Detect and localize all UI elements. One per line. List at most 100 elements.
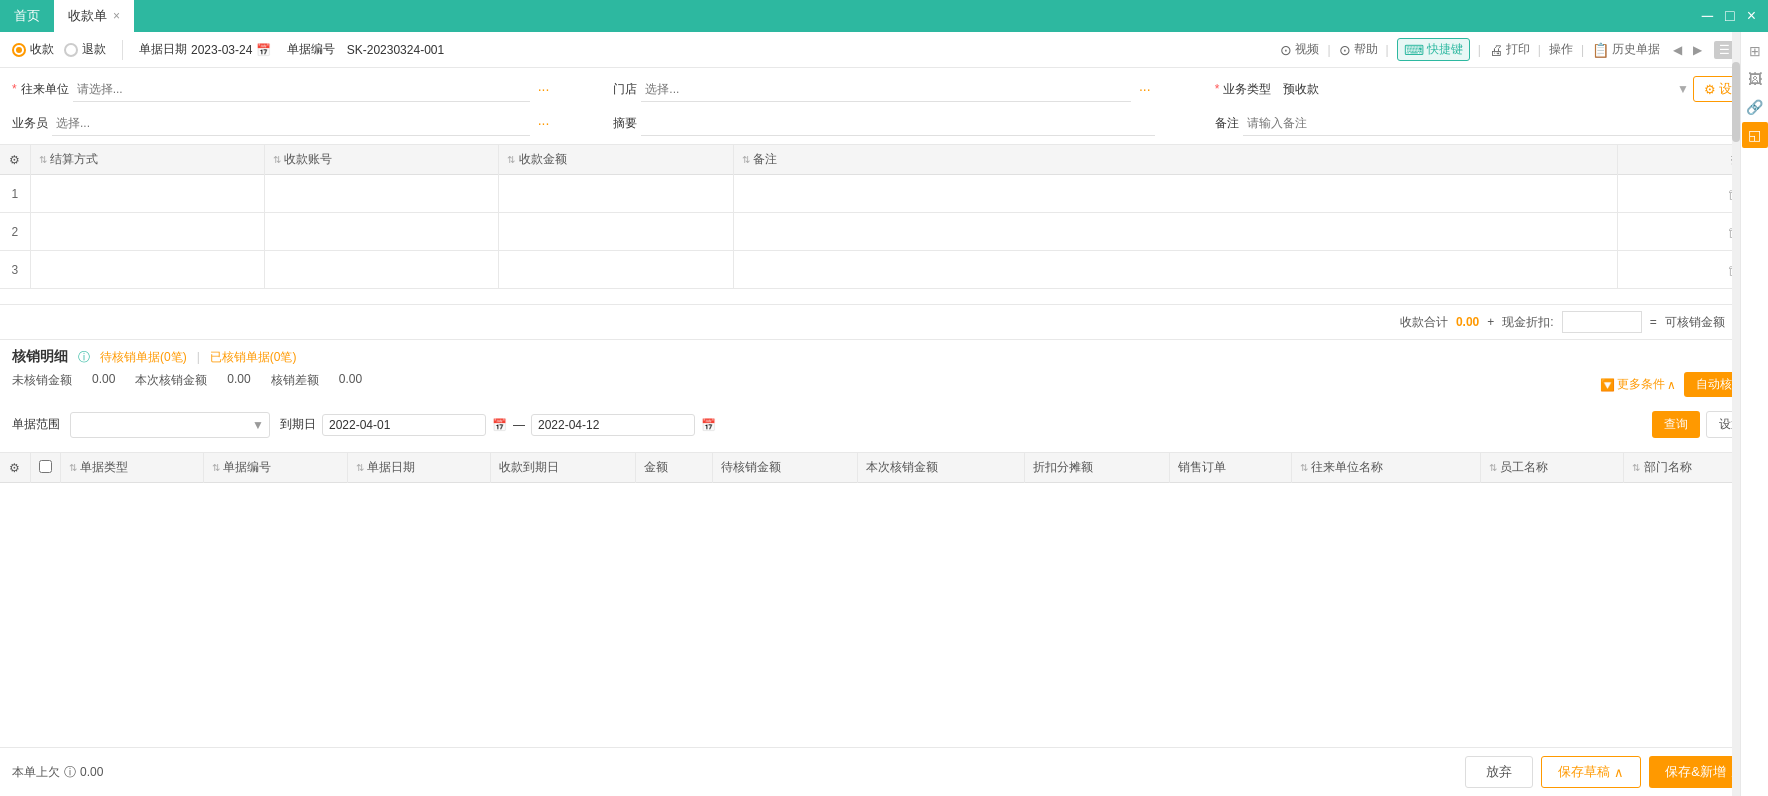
remark-input[interactable] bbox=[1243, 110, 1756, 136]
col-current-label: 本次核销金额 bbox=[866, 460, 938, 474]
nav-left[interactable]: ◀ bbox=[1668, 41, 1686, 59]
tab-bar: 首页 收款单 × ─ □ × bbox=[0, 0, 1768, 32]
row-2-num: 2 bbox=[0, 213, 30, 251]
discount-input[interactable] bbox=[1562, 311, 1642, 333]
tab-home[interactable]: 首页 bbox=[0, 0, 54, 32]
abandon-button[interactable]: 放弃 bbox=[1465, 756, 1533, 788]
date-to-input[interactable] bbox=[531, 414, 695, 436]
sidebar-scan-icon[interactable]: ◱ bbox=[1742, 122, 1768, 148]
tab-bar-controls: ─ □ × bbox=[1698, 7, 1768, 25]
range-select-wrap: ▼ bbox=[70, 412, 270, 438]
radio-receipt-label: 收款 bbox=[30, 41, 54, 58]
table-row: 1 🗑 ⊕ bbox=[0, 175, 1768, 213]
history-btn[interactable]: 📋 历史单据 bbox=[1592, 41, 1660, 58]
hexiao-stats: 未核销金额 0.00 本次核销金额 0.00 核销差额 0.00 🔽 更多条件 … bbox=[12, 372, 1756, 397]
range-select[interactable] bbox=[70, 412, 270, 438]
row-2-settle[interactable] bbox=[30, 213, 264, 251]
staff-input[interactable] bbox=[52, 110, 530, 136]
list-view-btn[interactable]: ☰ bbox=[1714, 41, 1734, 59]
row-3-remark[interactable] bbox=[733, 251, 1617, 289]
help-label: 帮助 bbox=[1354, 41, 1378, 58]
query-button[interactable]: 查询 bbox=[1652, 411, 1700, 438]
bottom-bar: 本单上欠 ⓘ 0.00 放弃 保存草稿 ∧ 保存&新增 ∧ bbox=[0, 747, 1768, 796]
col-staff-label: 员工名称 bbox=[1500, 460, 1548, 474]
col-settle-label: 结算方式 bbox=[50, 152, 98, 166]
calendar-icon[interactable]: 📅 bbox=[256, 43, 271, 57]
radio-refund[interactable]: 退款 bbox=[64, 41, 106, 58]
shortcut-icon: ⌨ bbox=[1404, 42, 1424, 58]
prev-icon[interactable]: ⓘ bbox=[64, 764, 76, 781]
bottom-col-due: 收款到期日 bbox=[491, 453, 636, 483]
sidebar-table-icon[interactable]: ⊞ bbox=[1742, 38, 1768, 64]
table-settings-header[interactable]: ⚙ bbox=[0, 145, 30, 175]
unverified-label: 未核销金额 bbox=[12, 372, 72, 397]
summary-input[interactable] bbox=[641, 110, 1154, 136]
more-filter-btn[interactable]: 🔽 更多条件 ∧ bbox=[1600, 376, 1676, 393]
sidebar-link-icon[interactable]: 🔗 bbox=[1742, 94, 1768, 120]
col-account: ⇅ 收款账号 bbox=[264, 145, 498, 175]
prev-value: 0.00 bbox=[80, 765, 103, 779]
date-value: 2023-03-24 bbox=[191, 43, 252, 57]
operation-label: 操作 bbox=[1549, 41, 1573, 58]
shop-more-icon[interactable]: ··· bbox=[1135, 81, 1155, 97]
row-3-account[interactable] bbox=[264, 251, 498, 289]
party-input[interactable] bbox=[73, 76, 530, 102]
select-all-checkbox[interactable] bbox=[39, 460, 52, 473]
save-draft-button[interactable]: 保存草稿 ∧ bbox=[1541, 756, 1641, 788]
bottom-col-order: 销售订单 bbox=[1169, 453, 1291, 483]
row-3-settle[interactable] bbox=[30, 251, 264, 289]
shortcut-btn[interactable]: ⌨ 快捷键 bbox=[1397, 38, 1470, 61]
calendar-to-icon[interactable]: 📅 bbox=[701, 418, 716, 432]
col-due-label: 收款到期日 bbox=[499, 460, 559, 474]
row-3-amount[interactable] bbox=[499, 251, 733, 289]
staff-more-icon[interactable]: ··· bbox=[534, 115, 554, 131]
video-icon: ⊙ bbox=[1280, 42, 1292, 58]
bottom-col-party: ⇅ 往来单位名称 bbox=[1292, 453, 1481, 483]
sidebar-image-icon[interactable]: 🖼 bbox=[1742, 66, 1768, 92]
biz-type-field: * 业务类型 预收款 ▼ ⚙ 设置 bbox=[1215, 76, 1756, 102]
col-order-label: 销售订单 bbox=[1178, 460, 1226, 474]
help-btn[interactable]: ⊙ 帮助 bbox=[1339, 41, 1378, 58]
shop-input[interactable] bbox=[641, 76, 1131, 102]
hexiao-info-icon[interactable]: ⓘ bbox=[78, 349, 90, 366]
done-tab[interactable]: 已核销单据(0笔) bbox=[210, 349, 297, 366]
scrollbar-track[interactable] bbox=[1732, 32, 1740, 796]
row-1-account[interactable] bbox=[264, 175, 498, 213]
row-2-account[interactable] bbox=[264, 213, 498, 251]
row-2-amount[interactable] bbox=[499, 213, 733, 251]
radio-receipt[interactable]: 收款 bbox=[12, 41, 54, 58]
window-maximize[interactable]: □ bbox=[1721, 7, 1739, 25]
operation-btn[interactable]: 操作 bbox=[1549, 41, 1573, 58]
row-1-amount[interactable] bbox=[499, 175, 733, 213]
scrollbar-thumb[interactable] bbox=[1732, 62, 1740, 142]
tab-receipt[interactable]: 收款单 × bbox=[54, 0, 134, 32]
row-1-settle[interactable] bbox=[30, 175, 264, 213]
nav-right[interactable]: ▶ bbox=[1688, 41, 1706, 59]
shortcut-label: 快捷键 bbox=[1427, 41, 1463, 58]
bottom-col-staff: ⇅ 员工名称 bbox=[1480, 453, 1624, 483]
video-btn[interactable]: ⊙ 视频 bbox=[1280, 41, 1319, 58]
window-close[interactable]: × bbox=[1743, 7, 1760, 25]
bottom-table-gear[interactable]: ⚙ bbox=[0, 453, 30, 483]
bottom-col-checkbox[interactable] bbox=[30, 453, 60, 483]
num-field: 单据编号 SK-20230324-001 bbox=[287, 41, 444, 58]
tab-separator: | bbox=[197, 350, 200, 364]
help-icon: ⊙ bbox=[1339, 42, 1351, 58]
current-label: 本次核销金额 bbox=[135, 372, 207, 397]
row-1-remark[interactable] bbox=[733, 175, 1617, 213]
print-btn[interactable]: 🖨 打印 bbox=[1489, 41, 1530, 58]
window-minimize[interactable]: ─ bbox=[1698, 7, 1717, 25]
total-value: 0.00 bbox=[1456, 315, 1479, 329]
date-from-input[interactable] bbox=[322, 414, 486, 436]
print-icon: 🖨 bbox=[1489, 42, 1503, 58]
verify-label: 可核销金额 bbox=[1665, 314, 1725, 331]
bottom-left: 本单上欠 ⓘ 0.00 bbox=[12, 764, 103, 781]
party-label: 往来单位 bbox=[21, 81, 69, 98]
party-more-icon[interactable]: ··· bbox=[534, 81, 554, 97]
calendar-from-icon[interactable]: 📅 bbox=[492, 418, 507, 432]
biz-type-arrow[interactable]: ▼ bbox=[1677, 82, 1689, 96]
party-required: * bbox=[12, 82, 17, 96]
tab-close-icon[interactable]: × bbox=[113, 0, 120, 32]
row-2-remark[interactable] bbox=[733, 213, 1617, 251]
pending-tab[interactable]: 待核销单据(0笔) bbox=[100, 349, 187, 366]
